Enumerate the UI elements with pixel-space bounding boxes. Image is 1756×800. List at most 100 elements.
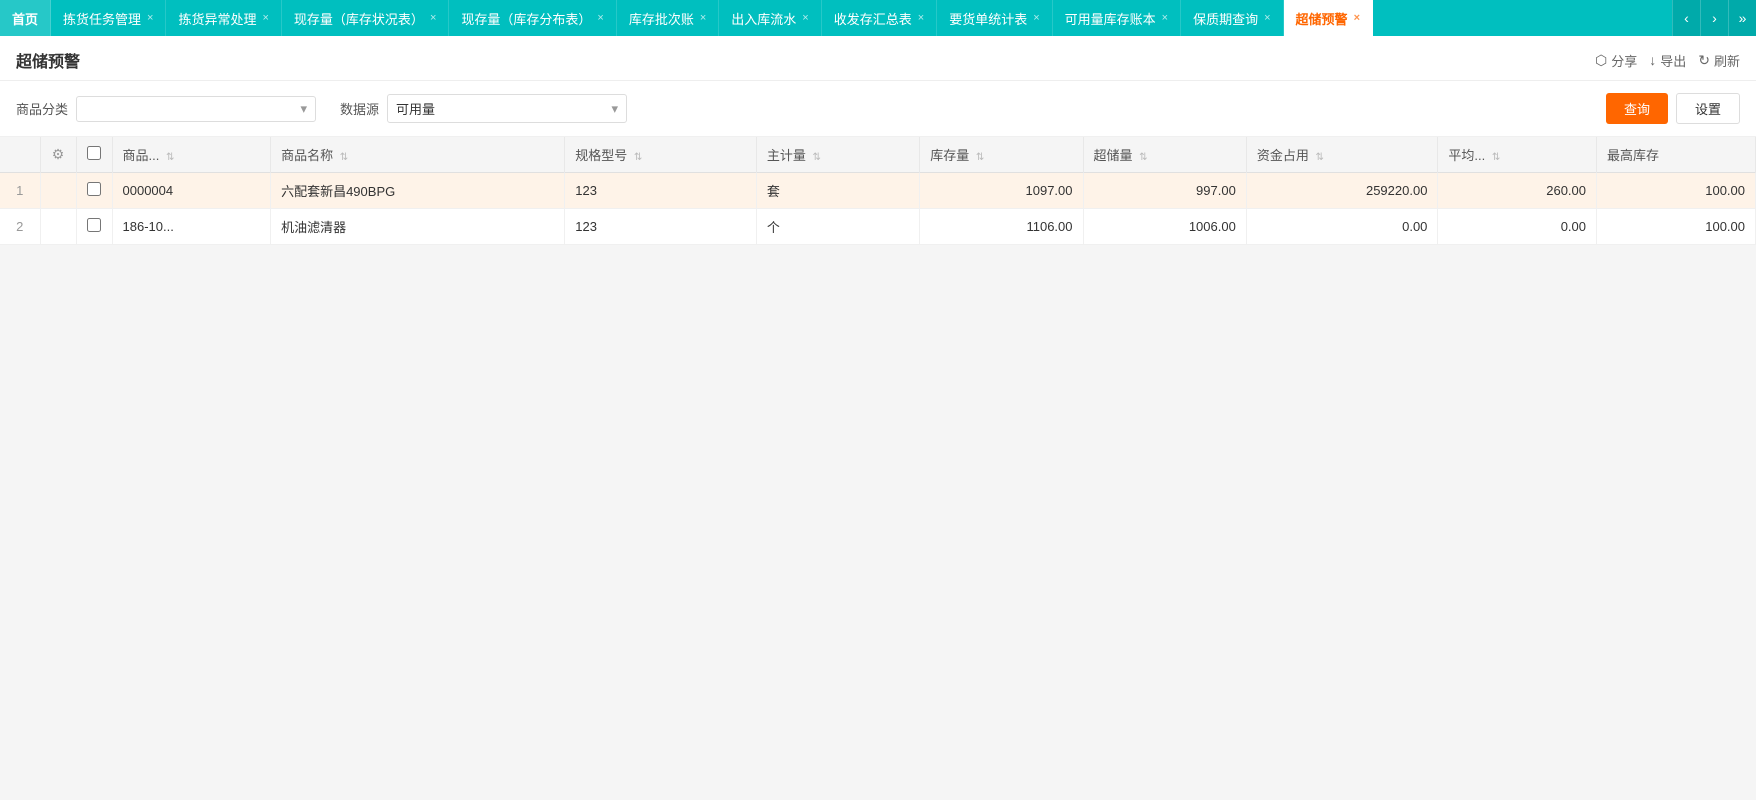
sort-icon: ⇅ [340,152,348,163]
chevron-down-icon: ▾ [300,101,307,117]
col-product-name[interactable]: 商品名称 ⇅ [271,137,565,173]
col-avg[interactable]: 平均... ⇅ [1438,137,1597,173]
row-checkbox[interactable] [87,218,101,232]
close-icon[interactable]: × [802,12,808,24]
share-button[interactable]: ⬡ 分享 [1595,51,1637,70]
sort-icon: ⇅ [1139,152,1147,163]
close-icon[interactable]: × [1033,12,1039,24]
nav-item-stock-status[interactable]: 现存量（库存状况表） × [282,0,449,36]
row-settings-cell [40,173,76,209]
close-icon[interactable]: × [430,12,436,24]
col-overstock[interactable]: 超储量 ⇅ [1083,137,1246,173]
col-product-code[interactable]: 商品... ⇅ [112,137,271,173]
row-number: 1 [0,173,40,209]
table-row: 2 186-10... 机油滤清器 123 个 1106.00 1006.00 … [0,209,1756,245]
sort-icon: ⇅ [1315,152,1323,163]
close-icon[interactable]: × [1264,12,1270,24]
row-product-name: 机油滤清器 [271,209,565,245]
close-icon[interactable]: × [262,12,268,24]
row-stock: 1106.00 [920,209,1083,245]
nav-item-overstock[interactable]: 超储预警 × [1284,0,1373,36]
nav-more-button[interactable]: » [1728,0,1756,36]
row-settings-cell [40,209,76,245]
refresh-button[interactable]: ↻ 刷新 [1698,51,1740,70]
category-label: 商品分类 [16,99,68,118]
nav-arrows: ‹ › » [1672,0,1756,36]
settings-button[interactable]: 设置 [1676,93,1740,124]
row-product-name: 六配套新昌490BPG [271,173,565,209]
row-checkbox-cell [76,209,112,245]
refresh-icon: ↻ [1698,52,1710,69]
close-icon[interactable]: × [1162,12,1168,24]
nav-item-summary[interactable]: 收发存汇总表 × [822,0,937,36]
gear-icon[interactable]: ⚙ [52,146,65,162]
header-actions: ⬡ 分享 ↓ 导出 ↻ 刷新 [1595,51,1740,70]
row-capital: 259220.00 [1246,173,1438,209]
nav-item-abnormal[interactable]: 拣货异常处理 × [166,0,281,36]
sort-icon: ⇅ [634,152,642,163]
table-wrapper: ⚙ 商品... ⇅ 商品名称 ⇅ 规格型号 ⇅ [0,137,1756,245]
nav-item-task-mgmt[interactable]: 拣货任务管理 × [51,0,166,36]
close-icon[interactable]: × [597,12,603,24]
row-spec: 123 [565,209,757,245]
row-spec: 123 [565,173,757,209]
top-navigation: 首页 拣货任务管理 × 拣货异常处理 × 现存量（库存状况表） × 现存量（库存… [0,0,1756,36]
export-button[interactable]: ↓ 导出 [1649,51,1686,70]
nav-item-available[interactable]: 可用量库存账本 × [1053,0,1181,36]
page-title: 超储预警 [16,48,80,72]
col-row-num [0,137,40,173]
page-container: 超储预警 ⬡ 分享 ↓ 导出 ↻ 刷新 商品分类 ▾ 数据源 [0,36,1756,245]
nav-item-quality[interactable]: 保质期查询 × [1181,0,1283,36]
table-body: 1 0000004 六配套新昌490BPG 123 套 1097.00 997.… [0,173,1756,245]
nav-item-home[interactable]: 首页 [0,0,51,36]
export-icon: ↓ [1649,52,1656,68]
nav-item-batch[interactable]: 库存批次账 × [617,0,719,36]
row-unit: 套 [756,173,919,209]
col-settings: ⚙ [40,137,76,173]
datasource-label: 数据源 [340,99,379,118]
close-icon[interactable]: × [700,12,706,24]
datasource-select[interactable]: 可用量 ▾ [387,94,627,123]
row-stock: 1097.00 [920,173,1083,209]
nav-item-stock-dist[interactable]: 现存量（库存分布表） × [449,0,616,36]
category-filter: 商品分类 ▾ [16,96,316,122]
category-select[interactable]: ▾ [76,96,316,122]
select-all-checkbox[interactable] [87,146,101,160]
nav-prev-button[interactable]: ‹ [1672,0,1700,36]
col-stock[interactable]: 库存量 ⇅ [920,137,1083,173]
sort-icon: ⇅ [166,152,174,163]
table-row: 1 0000004 六配套新昌490BPG 123 套 1097.00 997.… [0,173,1756,209]
col-unit[interactable]: 主计量 ⇅ [756,137,919,173]
sort-icon: ⇅ [976,152,984,163]
close-icon[interactable]: × [147,12,153,24]
row-product-code: 0000004 [112,173,271,209]
row-checkbox[interactable] [87,182,101,196]
filter-row: 商品分类 ▾ 数据源 可用量 ▾ 查询 设置 [0,81,1756,137]
row-product-code: 186-10... [112,209,271,245]
sort-icon: ⇅ [813,152,821,163]
datasource-value: 可用量 [396,99,435,118]
sort-icon: ⇅ [1492,152,1500,163]
datasource-filter: 数据源 可用量 ▾ [340,94,627,123]
close-icon[interactable]: × [1354,12,1360,24]
nav-item-requisition[interactable]: 要货单统计表 × [937,0,1052,36]
table-header-row: ⚙ 商品... ⇅ 商品名称 ⇅ 规格型号 ⇅ [0,137,1756,173]
row-max-stock: 100.00 [1597,209,1756,245]
nav-next-button[interactable]: › [1700,0,1728,36]
col-capital[interactable]: 资金占用 ⇅ [1246,137,1438,173]
row-avg: 260.00 [1438,173,1597,209]
col-max-stock[interactable]: 最高库存 [1597,137,1756,173]
query-button[interactable]: 查询 [1606,93,1668,124]
nav-item-flow[interactable]: 出入库流水 × [719,0,821,36]
chevron-down-icon: ▾ [612,101,619,117]
row-checkbox-cell [76,173,112,209]
col-spec[interactable]: 规格型号 ⇅ [565,137,757,173]
close-icon[interactable]: × [918,12,924,24]
share-icon: ⬡ [1595,52,1607,69]
page-header: 超储预警 ⬡ 分享 ↓ 导出 ↻ 刷新 [0,36,1756,81]
col-checkbox [76,137,112,173]
row-unit: 个 [756,209,919,245]
row-overstock: 1006.00 [1083,209,1246,245]
row-avg: 0.00 [1438,209,1597,245]
data-table: ⚙ 商品... ⇅ 商品名称 ⇅ 规格型号 ⇅ [0,137,1756,245]
